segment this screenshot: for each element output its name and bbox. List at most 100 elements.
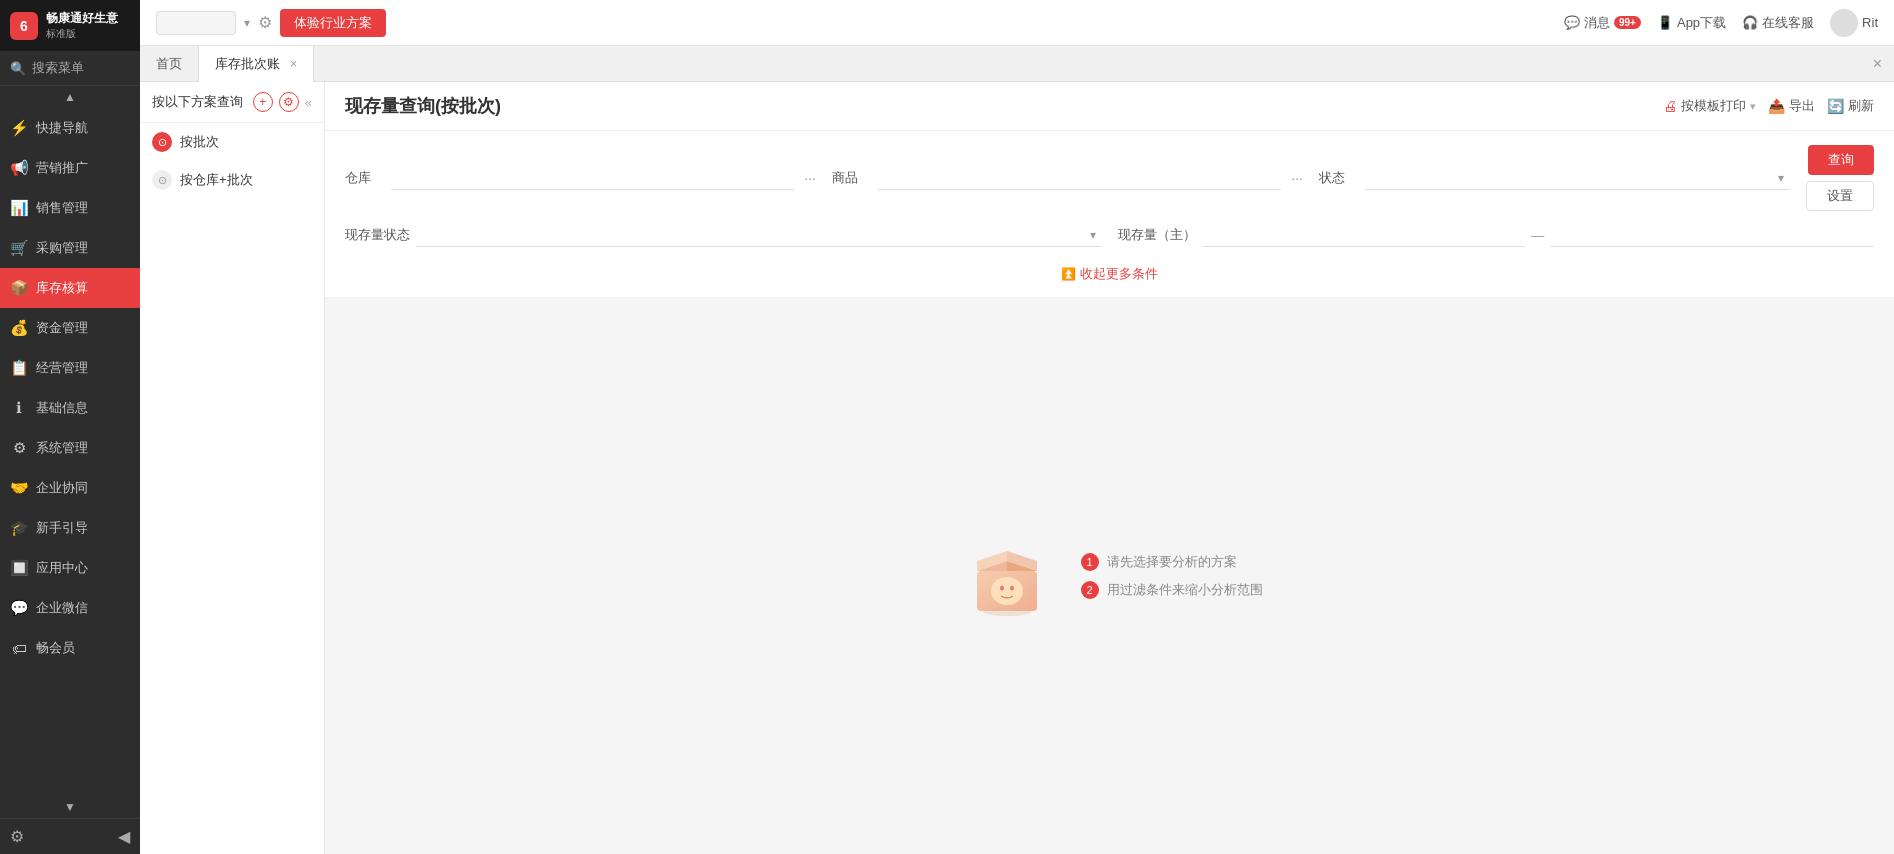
scheme-settings-icon[interactable]: ⚙ [279,92,299,112]
nav-label-finance: 资金管理 [36,319,88,337]
empty-illustration [957,526,1057,626]
scheme-item-by-batch[interactable]: ⊙ 按批次 [140,123,324,161]
user-group[interactable]: Rit [1830,9,1878,37]
inventory-main-label: 现存量（主） [1118,226,1196,244]
status-chevron-icon: ▾ [1778,171,1784,185]
scheme-icon-by-warehouse-batch: ⊙ [152,170,172,190]
tab-home[interactable]: 首页 [140,46,199,82]
tab-inventory-batch[interactable]: 库存批次账× [199,46,314,82]
messages-group[interactable]: 💬 消息 99+ [1564,14,1641,32]
print-template-btn[interactable]: 🖨 按模板打印 ▾ [1663,97,1756,115]
sidebar-item-member[interactable]: 🏷 畅会员 [0,628,140,668]
sidebar-item-wechat[interactable]: 💬 企业微信 [0,588,140,628]
filter-collapse[interactable]: ⏫ 收起更多条件 [345,259,1874,283]
online-service-group[interactable]: 🎧 在线客服 [1742,14,1814,32]
page-header: 现存量查询(按批次) 🖨 按模板打印 ▾ 📤 导出 🔄 刷新 [325,82,1894,131]
app-title-group: 畅康通好生意 标准版 [46,10,118,41]
sidebar-footer: ⚙ ◀ [0,818,140,854]
nav-icon-member: 🏷 [10,639,28,657]
right-main: 现存量查询(按批次) 🖨 按模板打印 ▾ 📤 导出 🔄 刷新 [325,82,1894,854]
filter-area: 仓库 ··· 商品 ··· 状态 ▾ [325,131,1894,298]
scheme-label-by-batch: 按批次 [180,133,219,151]
breadcrumb-input[interactable] [156,11,236,35]
tab-bar: 首页库存批次账×× [140,46,1894,82]
refresh-icon: 🔄 [1827,98,1844,114]
inventory-main-from[interactable] [1202,223,1526,247]
sidebar-item-operations[interactable]: 📋 经营管理 [0,348,140,388]
inventory-status-select[interactable]: ▾ [416,224,1102,247]
nav-icon-finance: 💰 [10,319,28,337]
warehouse-input[interactable] [391,166,794,190]
sidebar-scroll-up[interactable]: ▲ [0,86,140,108]
svg-point-7 [1010,586,1014,591]
messages-badge: 99+ [1614,16,1641,29]
filter-row-2: 现存量状态 ▾ 现存量（主） — [345,223,1874,247]
export-icon: 📤 [1768,98,1785,114]
scheme-item-by-warehouse-batch[interactable]: ⊙ 按仓库+批次 [140,161,324,199]
print-template-label: 按模板打印 [1681,97,1746,115]
tip-text-1: 请先选择要分析的方案 [1107,553,1237,571]
left-panel-title: 按以下方案查询 [152,93,243,111]
refresh-btn[interactable]: 🔄 刷新 [1827,97,1874,115]
scheme-icon-by-batch: ⊙ [152,132,172,152]
app-download-group[interactable]: 📱 App下载 [1657,14,1726,32]
nav-icon-enterprise: 🤝 [10,479,28,497]
nav-icon-system: ⚙ [10,439,28,457]
sidebar-item-newcomer[interactable]: 🎓 新手引导 [0,508,140,548]
left-panel-icons: + ⚙ « [253,92,312,112]
collapse-panel-icon[interactable]: « [305,95,312,110]
collapse-icon: ⏫ [1061,267,1076,281]
app-logo: 6 [10,12,38,40]
add-scheme-icon[interactable]: + [253,92,273,112]
product-input[interactable] [878,166,1281,190]
sidebar-item-basic[interactable]: ℹ 基础信息 [0,388,140,428]
empty-tips: 1 请先选择要分析的方案 2 用过滤条件来缩小分析范围 [1081,553,1263,599]
filter-inventory-status: 现存量状态 ▾ [345,224,1102,247]
left-panel-header: 按以下方案查询 + ⚙ « [140,82,324,123]
headset-icon: 🎧 [1742,15,1758,30]
sidebar-item-system[interactable]: ⚙ 系统管理 [0,428,140,468]
nav-icon-basic: ℹ [10,399,28,417]
query-button[interactable]: 查询 [1808,145,1874,175]
sidebar-item-purchase[interactable]: 🛒 采购管理 [0,228,140,268]
scheme-label-by-warehouse-batch: 按仓库+批次 [180,171,253,189]
status-select[interactable]: ▾ [1365,167,1790,190]
inventory-status-chevron-icon: ▾ [1090,228,1096,242]
sidebar-item-enterprise[interactable]: 🤝 企业协同 [0,468,140,508]
sidebar-item-app-center[interactable]: 🔲 应用中心 [0,548,140,588]
status-label: 状态 [1319,169,1359,187]
tab-bar-close-icon[interactable]: × [1861,55,1894,73]
filter-collapse-label: 收起更多条件 [1080,265,1158,283]
filter-row-1: 仓库 ··· 商品 ··· 状态 ▾ [345,145,1874,211]
tab-label-home: 首页 [156,55,182,73]
sidebar-search-label: 搜索菜单 [32,59,84,77]
settings-icon[interactable]: ⚙ [10,827,24,846]
sidebar-item-sales[interactable]: 📊 销售管理 [0,188,140,228]
sidebar-scroll-down[interactable]: ▼ [0,796,140,818]
nav-label-system: 系统管理 [36,439,88,457]
sidebar-item-finance[interactable]: 💰 资金管理 [0,308,140,348]
product-dots[interactable]: ··· [1291,170,1303,186]
sidebar-item-inventory[interactable]: 📦 库存核算 [0,268,140,308]
warehouse-dots[interactable]: ··· [804,170,816,186]
inventory-main-to[interactable] [1550,223,1874,247]
sidebar-search[interactable]: 🔍 搜索菜单 [0,51,140,86]
inventory-status-label: 现存量状态 [345,226,410,244]
collapse-icon[interactable]: ◀ [118,827,130,846]
page-header-actions: 🖨 按模板打印 ▾ 📤 导出 🔄 刷新 [1663,97,1874,127]
filter-product: 商品 ··· [832,166,1303,190]
settings-button[interactable]: 设置 [1806,181,1874,211]
sidebar-header: 6 畅康通好生意 标准版 [0,0,140,51]
experience-button[interactable]: 体验行业方案 [280,9,386,37]
sidebar-item-marketing[interactable]: 📢 营销推广 [0,148,140,188]
chevron-down-icon[interactable]: ▾ [244,16,250,30]
online-service-label: 在线客服 [1762,14,1814,32]
export-btn[interactable]: 📤 导出 [1768,97,1815,115]
sidebar-item-quick-nav[interactable]: ⚡ 快捷导航 [0,108,140,148]
tab-close-inventory-batch[interactable]: × [290,57,297,71]
nav-icon-purchase: 🛒 [10,239,28,257]
nav-icon-marketing: 📢 [10,159,28,177]
topbar-gear-icon[interactable]: ⚙ [258,13,272,32]
tip-text-2: 用过滤条件来缩小分析范围 [1107,581,1263,599]
nav-label-quick-nav: 快捷导航 [36,119,88,137]
